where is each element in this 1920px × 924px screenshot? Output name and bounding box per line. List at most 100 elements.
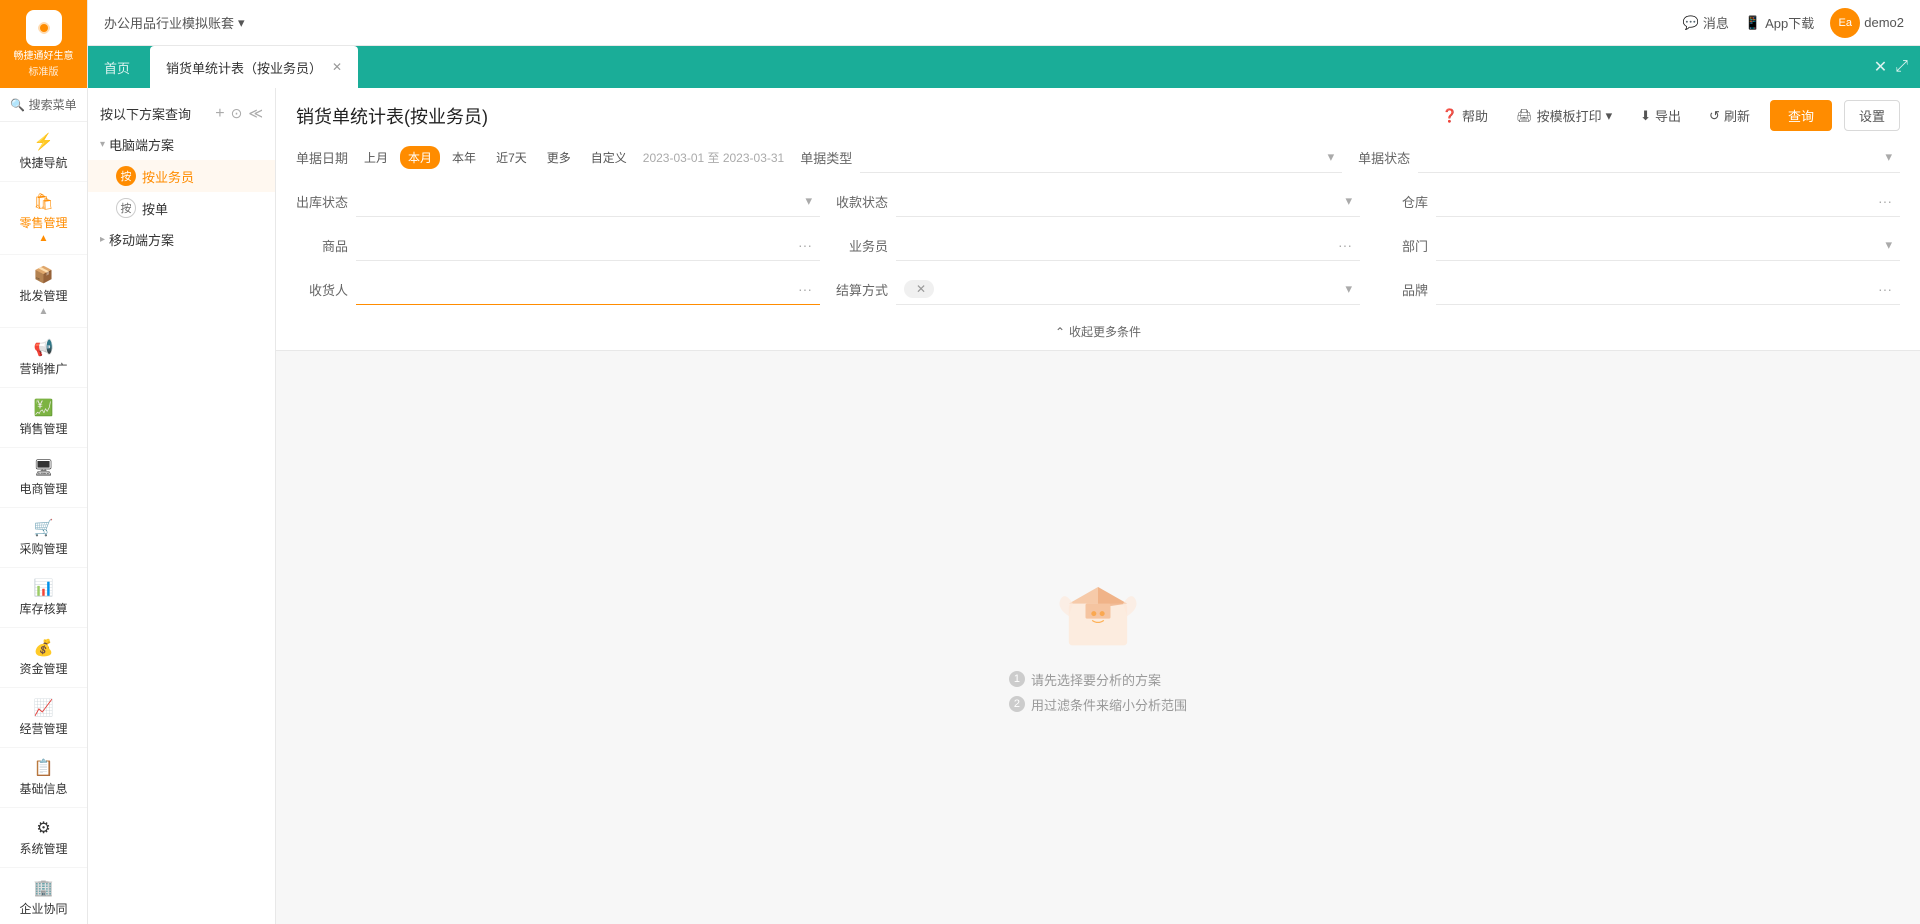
tree-item-pc[interactable]: ▾ 电脑端方案 — [88, 129, 275, 160]
settlement-clear-btn[interactable]: ✕ — [916, 282, 926, 296]
consignee-dots[interactable]: ··· — [798, 281, 812, 297]
refresh-btn[interactable]: ↺ 刷新 — [1701, 102, 1758, 129]
filter-row-2: 出库状态 ▾ 收款状态 ▾ — [296, 185, 1900, 217]
search-label: 搜索菜单 — [29, 98, 77, 112]
order-scheme-label: 按单 — [142, 199, 168, 218]
date-tab-7days[interactable]: 近7天 — [488, 146, 535, 169]
brand-dots[interactable]: ··· — [1878, 281, 1892, 297]
dept-select[interactable]: ▾ — [1436, 229, 1900, 261]
order-scheme-icon: 按 — [116, 198, 136, 218]
filter-consignee: 收货人 ··· — [296, 273, 820, 305]
sidebar-item-finance[interactable]: 💰 资金管理 — [0, 628, 87, 688]
sidebar-item-inventory-label: 库存核算 — [19, 600, 67, 617]
sidebar-item-finance-label: 资金管理 — [19, 660, 67, 677]
date-tab-more[interactable]: 更多 — [539, 146, 579, 169]
sidebar-item-retail-label: 零售管理 — [19, 214, 67, 231]
export-btn[interactable]: ⬇ 导出 — [1632, 102, 1689, 129]
sidebar-item-purchase[interactable]: 🛒 采购管理 — [0, 508, 87, 568]
doc-status-label: 单据状态 — [1358, 148, 1410, 167]
add-scheme-btn[interactable]: + — [215, 105, 224, 123]
settings-btn[interactable]: 设置 — [1844, 100, 1900, 131]
main-area: 办公用品行业模拟账套 ▾ 💬 消息 📱 App下载 Ea demo2 首页 — [88, 0, 1920, 924]
receive-status-label: 收款状态 — [836, 192, 888, 211]
salesperson-field[interactable]: ··· — [896, 229, 1360, 261]
doc-type-chevron: ▾ — [1328, 149, 1335, 165]
page-header: 销货单统计表(按业务员) ❓ 帮助 🖨 按模板打印 ▾ ⬇ — [276, 88, 1920, 351]
search-icon: 🔍 — [10, 98, 25, 112]
tree-sub-order[interactable]: 按 按单 — [88, 192, 275, 224]
print-btn[interactable]: 🖨 按模板打印 ▾ — [1508, 102, 1620, 129]
sidebar-item-ecommerce[interactable]: 🖥 电商管理 — [0, 448, 87, 508]
tree-mobile-label: 移动端方案 — [109, 230, 174, 249]
tree-sub-salesperson[interactable]: 按 按业务员 — [88, 160, 275, 192]
consignee-label: 收货人 — [296, 280, 348, 299]
sidebar-item-sales[interactable]: 💹 销售管理 — [0, 388, 87, 448]
hint-text-1: 请先选择要分析的方案 — [1031, 670, 1161, 689]
empty-illustration — [1048, 562, 1148, 662]
settings-label: 设置 — [1859, 109, 1885, 124]
breadcrumb-dropdown[interactable]: 办公用品行业模拟账套 ▾ — [104, 13, 245, 32]
settlement-select[interactable]: ✕ ▾ — [896, 273, 1360, 305]
tree-item-mobile[interactable]: ▸ 移动端方案 — [88, 224, 275, 255]
doc-type-select[interactable]: ▾ — [860, 141, 1342, 173]
topbar-right: 💬 消息 📱 App下载 Ea demo2 — [1683, 8, 1904, 38]
tab-expand-btn[interactable]: ⤢ — [1895, 58, 1908, 76]
sidebar-quick-nav[interactable]: ⚡ 快捷导航 — [0, 122, 87, 182]
dept-label: 部门 — [1376, 236, 1428, 255]
query-btn[interactable]: 查询 — [1770, 100, 1832, 131]
message-btn[interactable]: 💬 消息 — [1683, 13, 1729, 32]
filter-warehouse: 仓库 ··· — [1376, 185, 1900, 217]
collapse-panel-btn[interactable]: ≪ — [248, 105, 263, 122]
goods-dots[interactable]: ··· — [798, 237, 812, 253]
page-header-top: 销货单统计表(按业务员) ❓ 帮助 🖨 按模板打印 ▾ ⬇ — [296, 100, 1900, 131]
breadcrumb-chevron: ▾ — [238, 15, 245, 31]
consignee-field[interactable]: ··· — [356, 273, 820, 305]
tab-sales-stat-label: 销货单统计表（按业务员） — [166, 58, 322, 77]
receive-status-select[interactable]: ▾ — [896, 185, 1360, 217]
sidebar-item-basic[interactable]: 📋 基础信息 — [0, 748, 87, 808]
tab-close-all-btn[interactable]: ✕ — [1874, 57, 1887, 77]
stock-status-select[interactable]: ▾ — [356, 185, 820, 217]
help-btn[interactable]: ❓ 帮助 — [1434, 102, 1496, 129]
sidebar-item-sales-label: 销售管理 — [19, 420, 67, 437]
salesperson-dots[interactable]: ··· — [1338, 237, 1352, 253]
app-download-btn[interactable]: 📱 App下载 — [1745, 13, 1814, 32]
tab-home-label: 首页 — [104, 58, 130, 77]
sidebar-item-retail[interactable]: 🛍 零售管理 ▲ — [0, 182, 87, 255]
doc-status-select[interactable]: ▾ — [1418, 141, 1900, 173]
date-tab-custom[interactable]: 自定义 — [583, 146, 635, 169]
user-profile[interactable]: Ea demo2 — [1830, 8, 1904, 38]
tab-close-btn[interactable]: ✕ — [332, 60, 342, 74]
sidebar-item-wholesale-label: 批发管理 — [19, 287, 67, 304]
sidebar-item-system[interactable]: ⚙ 系统管理 — [0, 808, 87, 868]
warehouse-dots[interactable]: ··· — [1878, 193, 1892, 209]
settlement-clear-tag: ✕ — [904, 280, 934, 298]
sidebar-item-operation[interactable]: 📈 经营管理 — [0, 688, 87, 748]
warehouse-field[interactable]: ··· — [1436, 185, 1900, 217]
date-tab-this-year[interactable]: 本年 — [444, 146, 484, 169]
left-panel-header: 按以下方案查询 + ⊙ ≪ — [88, 98, 275, 129]
export-label: 导出 — [1655, 106, 1681, 125]
date-tab-last-month[interactable]: 上月 — [356, 146, 396, 169]
sidebar-item-marketing[interactable]: 📢 营销推广 — [0, 328, 87, 388]
sidebar-item-inventory[interactable]: 📊 库存核算 — [0, 568, 87, 628]
tab-sales-stat[interactable]: 销货单统计表（按业务员） ✕ — [150, 46, 358, 88]
left-panel-actions: + ⊙ ≪ — [215, 105, 263, 123]
sidebar-logo[interactable]: 畅捷通好生意 标准版 — [0, 0, 88, 88]
sidebar-search[interactable]: 🔍 搜索菜单 — [0, 88, 87, 122]
app-download-label: App下载 — [1765, 13, 1814, 32]
filter-doc-status: 单据状态 ▾ — [1358, 141, 1900, 173]
brand-field[interactable]: ··· — [1436, 273, 1900, 305]
filter-dept: 部门 ▾ — [1376, 229, 1900, 261]
goods-field[interactable]: ··· — [356, 229, 820, 261]
tab-home[interactable]: 首页 — [88, 46, 146, 88]
sidebar-item-corp[interactable]: 🏢 企业协同 — [0, 868, 87, 924]
page-title: 销货单统计表(按业务员) — [296, 103, 488, 129]
tree-chevron-pc: ▾ — [100, 139, 105, 150]
sidebar-item-operation-label: 经营管理 — [19, 720, 67, 737]
settings-scheme-btn[interactable]: ⊙ — [231, 105, 243, 122]
sidebar-item-wholesale[interactable]: 📦 批发管理 ▲ — [0, 255, 87, 328]
breadcrumb-text: 办公用品行业模拟账套 — [104, 13, 234, 32]
collapse-bar[interactable]: ⌃ 收起更多条件 — [296, 317, 1900, 346]
date-tab-this-month[interactable]: 本月 — [400, 146, 440, 169]
